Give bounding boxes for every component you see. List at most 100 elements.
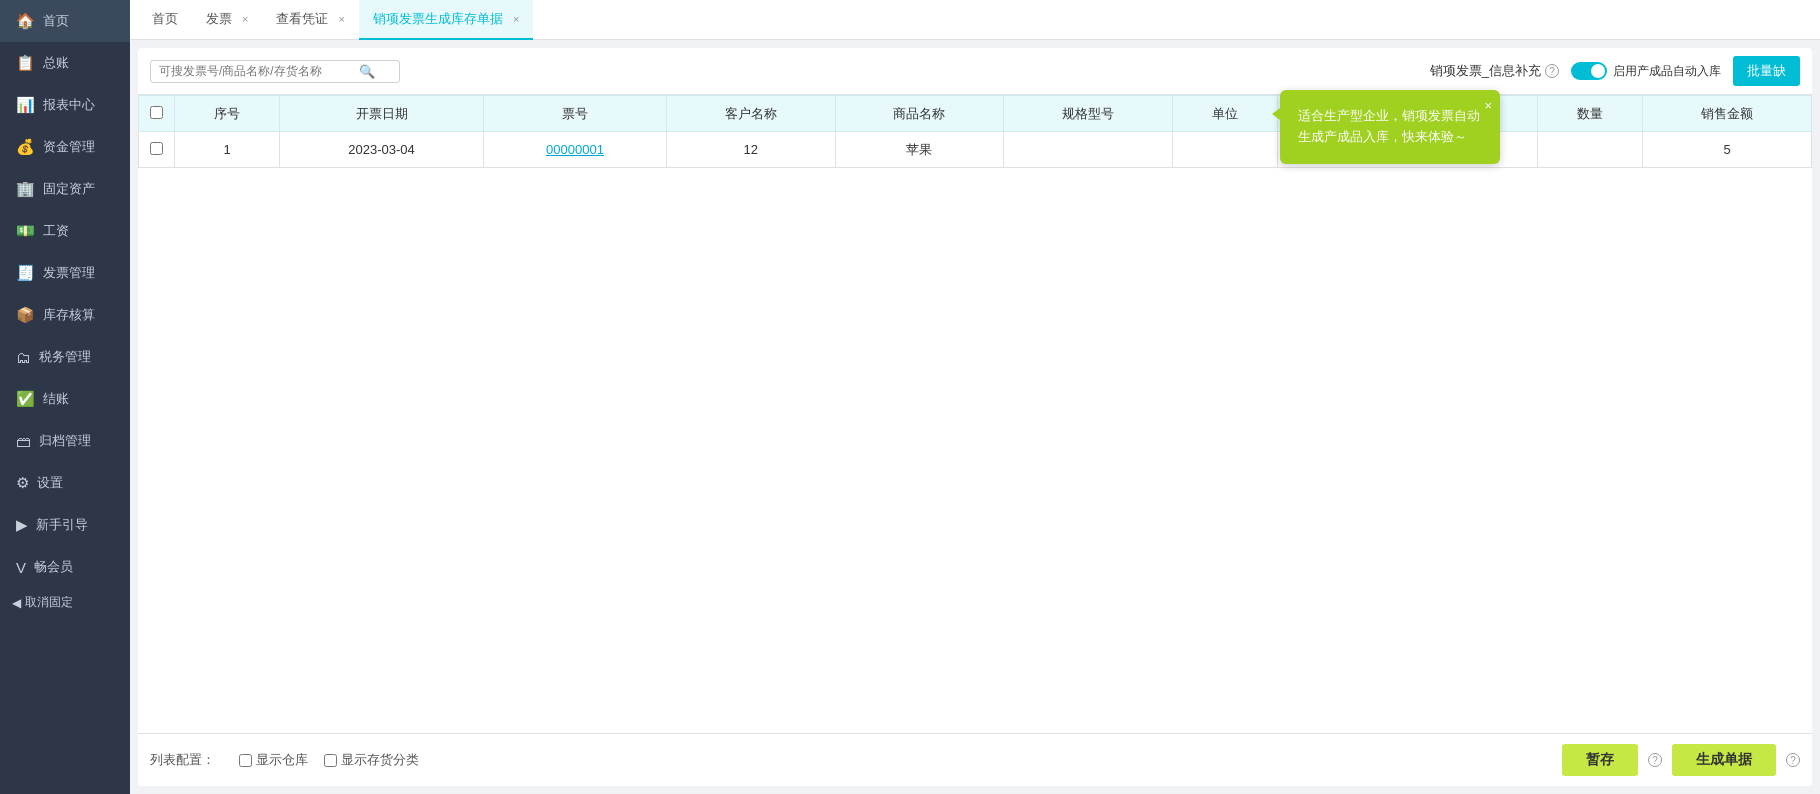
header-amount: 销售金额	[1643, 96, 1812, 132]
sidebar-item-label: 设置	[37, 474, 63, 492]
tab-generate-inventory-label: 销项发票生成库存单据	[373, 10, 503, 28]
tab-voucher-label: 查看凭证	[276, 10, 328, 28]
reports-icon: 📊	[16, 96, 35, 114]
tab-home-label: 首页	[152, 10, 178, 28]
sidebar-item-label: 报表中心	[43, 96, 95, 114]
save-info-icon[interactable]: ?	[1648, 753, 1662, 767]
info-label: 销项发票_信息补充 ?	[1430, 62, 1559, 80]
sidebar-item-settings[interactable]: ⚙ 设置	[0, 462, 130, 504]
sidebar-item-label: 结账	[43, 390, 69, 408]
sidebar-item-label: 总账	[43, 54, 69, 72]
table-wrap: 序号 开票日期 票号 客户名称 商品名称 规格型号 单位 * 存货名称 数量 销…	[138, 95, 1812, 733]
close-accounts-icon: ✅	[16, 390, 35, 408]
sidebar: 🏠 首页 📋 总账 📊 报表中心 💰 资金管理 🏢 固定资产 💵 工资 🧾 发票…	[0, 0, 130, 794]
tab-invoice[interactable]: 发票 ×	[192, 0, 262, 40]
table-header-row: 序号 开票日期 票号 客户名称 商品名称 规格型号 单位 * 存货名称 数量 销…	[139, 96, 1812, 132]
show-category-checkbox[interactable]	[324, 754, 337, 767]
sidebar-item-guide[interactable]: ▶ 新手引导	[0, 504, 130, 546]
header-customer: 客户名称	[666, 96, 835, 132]
row-qty	[1538, 132, 1643, 168]
generate-info-icon[interactable]: ?	[1786, 753, 1800, 767]
guide-icon: ▶	[16, 516, 28, 534]
row-checkbox[interactable]	[150, 142, 163, 155]
tab-bar: 首页 发票 × 查看凭证 × 销项发票生成库存单据 ×	[130, 0, 1820, 40]
row-unit	[1172, 132, 1277, 168]
sidebar-item-vip[interactable]: V 畅会员	[0, 546, 130, 588]
tab-invoice-close[interactable]: ×	[242, 13, 248, 25]
sidebar-item-archive[interactable]: 🗃 归档管理	[0, 420, 130, 462]
sidebar-item-inventory[interactable]: 📦 库存核算	[0, 294, 130, 336]
row-spec	[1004, 132, 1173, 168]
ledger-icon: 📋	[16, 54, 35, 72]
sidebar-item-label: 资金管理	[43, 138, 95, 156]
sidebar-item-ledger[interactable]: 📋 总账	[0, 42, 130, 84]
sidebar-item-reports[interactable]: 📊 报表中心	[0, 84, 130, 126]
sidebar-item-label: 税务管理	[39, 348, 91, 366]
tooltip-close[interactable]: ×	[1484, 96, 1492, 117]
tab-generate-inventory[interactable]: 销项发票生成库存单据 ×	[359, 0, 533, 40]
tab-voucher-close[interactable]: ×	[338, 13, 344, 25]
show-warehouse-checkbox[interactable]	[239, 754, 252, 767]
sidebar-item-label: 畅会员	[34, 558, 73, 576]
assets-icon: 🏢	[16, 180, 35, 198]
unpin-icon: ◀	[12, 596, 21, 610]
header-spec: 规格型号	[1004, 96, 1173, 132]
toggle-wrap: 启用产成品自动入库	[1571, 62, 1721, 80]
toolbar-right: 销项发票_信息补充 ? 启用产成品自动入库 批量缺	[1430, 56, 1800, 86]
search-input[interactable]	[159, 64, 359, 78]
save-button[interactable]: 暂存	[1562, 744, 1638, 776]
batch-button[interactable]: 批量缺	[1733, 56, 1800, 86]
table-row: 1 2023-03-04 00000001 12 苹果 000001 苹果 个 …	[139, 132, 1812, 168]
inventory-icon: 📦	[16, 306, 35, 324]
show-category-label: 显示存货分类	[341, 751, 419, 769]
settings-icon: ⚙	[16, 474, 29, 492]
sidebar-item-label: 发票管理	[43, 264, 95, 282]
toggle-label: 启用产成品自动入库	[1613, 63, 1721, 80]
tab-home[interactable]: 首页	[138, 0, 192, 40]
show-warehouse-check[interactable]: 显示仓库	[239, 751, 308, 769]
row-ticket-no[interactable]: 00000001	[484, 132, 667, 168]
info-icon[interactable]: ?	[1545, 64, 1559, 78]
search-icon: 🔍	[359, 64, 375, 79]
tooltip-popup: × 适合生产型企业，销项发票自动生成产成品入库，快来体验～	[1280, 90, 1500, 164]
sidebar-item-close[interactable]: ✅ 结账	[0, 378, 130, 420]
show-category-check[interactable]: 显示存货分类	[324, 751, 419, 769]
home-icon: 🏠	[16, 12, 35, 30]
footer-btns: 暂存 ? 生成单据 ?	[1562, 744, 1800, 776]
select-all-checkbox[interactable]	[150, 106, 163, 119]
tab-generate-inventory-close[interactable]: ×	[513, 13, 519, 25]
header-ticket-no: 票号	[484, 96, 667, 132]
generate-button[interactable]: 生成单据	[1672, 744, 1776, 776]
list-config-label: 列表配置：	[150, 751, 215, 769]
sidebar-item-assets[interactable]: 🏢 固定资产	[0, 168, 130, 210]
header-seq: 序号	[175, 96, 280, 132]
funds-icon: 💰	[16, 138, 35, 156]
unpin-label: 取消固定	[25, 594, 73, 611]
header-product: 商品名称	[835, 96, 1004, 132]
unpin-bar[interactable]: ◀ 取消固定	[0, 588, 130, 617]
sidebar-item-home[interactable]: 🏠 首页	[0, 0, 130, 42]
data-table: 序号 开票日期 票号 客户名称 商品名称 规格型号 单位 * 存货名称 数量 销…	[138, 95, 1812, 168]
invoice-icon: 🧾	[16, 264, 35, 282]
header-unit: 单位	[1172, 96, 1277, 132]
row-customer: 12	[666, 132, 835, 168]
sidebar-item-tax[interactable]: 🗂 税务管理	[0, 336, 130, 378]
tab-voucher[interactable]: 查看凭证 ×	[262, 0, 358, 40]
header-date: 开票日期	[280, 96, 484, 132]
sidebar-item-funds[interactable]: 💰 资金管理	[0, 126, 130, 168]
sidebar-item-label: 归档管理	[39, 432, 91, 450]
row-amount: 5	[1643, 132, 1812, 168]
row-checkbox-cell	[139, 132, 175, 168]
sidebar-item-invoice[interactable]: 🧾 发票管理	[0, 252, 130, 294]
sidebar-item-label: 新手引导	[36, 516, 88, 534]
sidebar-item-label: 库存核算	[43, 306, 95, 324]
auto-warehouse-toggle[interactable]	[1571, 62, 1607, 80]
content-area: 🔍 销项发票_信息补充 ? 启用产成品自动入库 批量缺	[138, 48, 1812, 786]
toolbar: 🔍 销项发票_信息补充 ? 启用产成品自动入库 批量缺	[138, 48, 1812, 95]
sidebar-item-salary[interactable]: 💵 工资	[0, 210, 130, 252]
row-seq: 1	[175, 132, 280, 168]
tab-invoice-label: 发票	[206, 10, 232, 28]
search-box[interactable]: 🔍	[150, 60, 400, 83]
row-product: 苹果	[835, 132, 1004, 168]
tax-icon: 🗂	[16, 349, 31, 366]
